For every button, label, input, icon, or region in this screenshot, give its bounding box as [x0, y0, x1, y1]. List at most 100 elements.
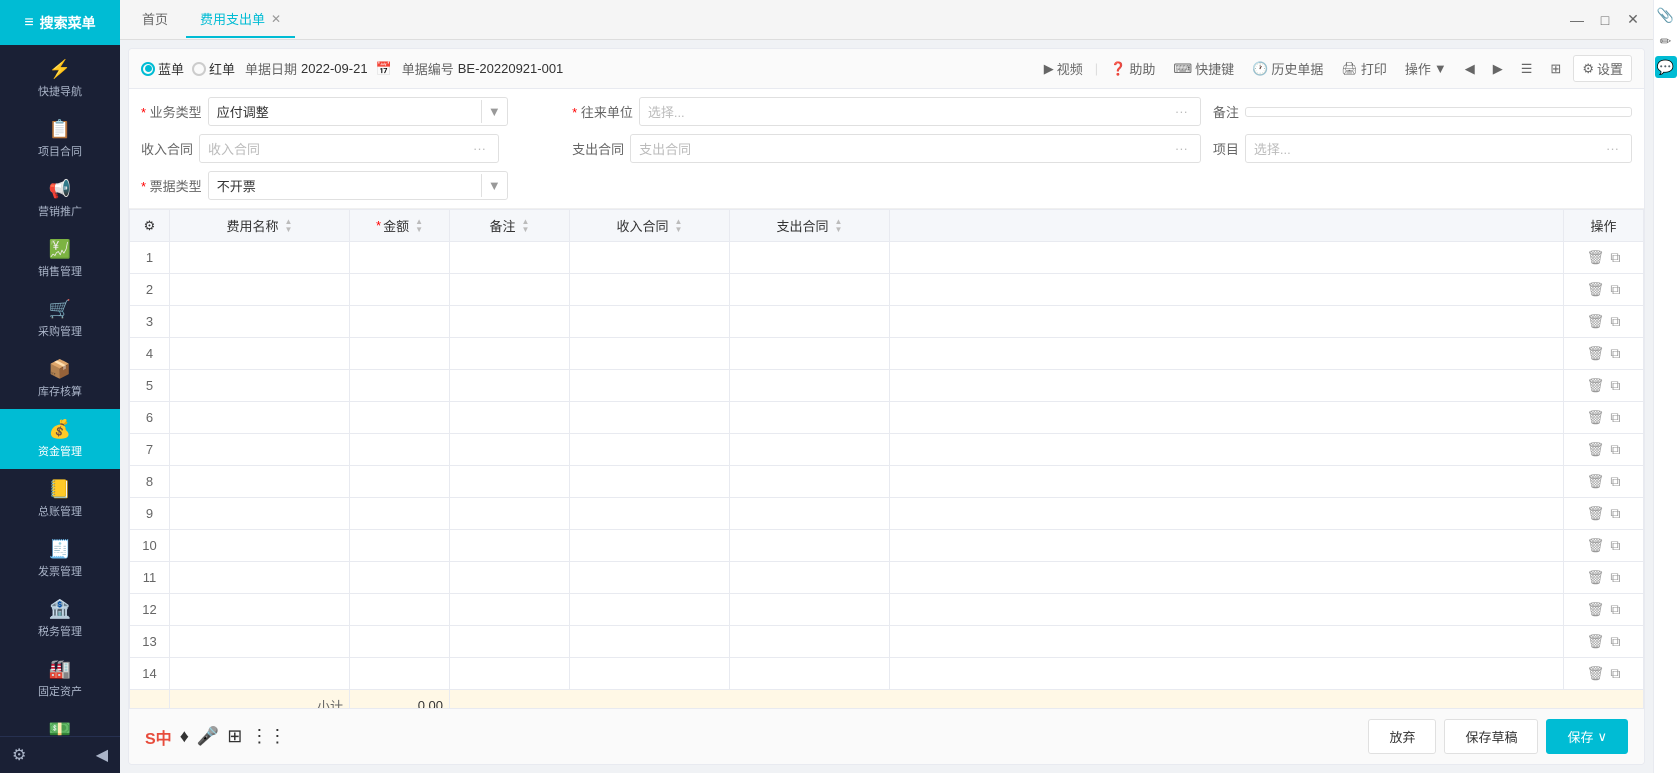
cell-note-14[interactable]: [450, 658, 570, 690]
cell-amount-5[interactable]: [350, 370, 450, 402]
chat-icon[interactable]: 💬: [1655, 56, 1677, 78]
copy-icon-14[interactable]: ⧉: [1610, 665, 1620, 682]
sidebar-item-fixed-assets[interactable]: 🏭 固定资产: [0, 649, 120, 709]
sidebar-item-ledger[interactable]: 📒 总账管理: [0, 469, 120, 529]
cell-amount-4[interactable]: [350, 338, 450, 370]
maximize-button[interactable]: □: [1593, 8, 1617, 32]
tab-expense[interactable]: 费用支出单 ✕: [186, 1, 295, 38]
delete-icon-5[interactable]: 🗑: [1587, 377, 1605, 394]
cell-note-11[interactable]: [450, 562, 570, 594]
cell-extra-11[interactable]: [890, 562, 1564, 594]
cell-extra-12[interactable]: [890, 594, 1564, 626]
cell-extra-14[interactable]: [890, 658, 1564, 690]
cell-income-2[interactable]: [570, 274, 730, 306]
delete-icon-4[interactable]: 🗑: [1587, 345, 1605, 362]
history-btn[interactable]: 🕐 历史单据: [1246, 56, 1329, 81]
video-btn[interactable]: ▶ 视频: [1038, 56, 1089, 81]
shortcuts-btn[interactable]: ⌨ 快捷键: [1167, 56, 1240, 81]
copy-icon-9[interactable]: ⧉: [1610, 505, 1620, 522]
apps-icon[interactable]: ⋮⋮: [250, 726, 286, 747]
edit-icon[interactable]: ✏: [1655, 30, 1677, 52]
cell-extra-4[interactable]: [890, 338, 1564, 370]
cell-note-5[interactable]: [450, 370, 570, 402]
cell-expense-12[interactable]: [730, 594, 890, 626]
cell-amount-1[interactable]: [350, 242, 450, 274]
cell-income-9[interactable]: [570, 498, 730, 530]
cell-income-1[interactable]: [570, 242, 730, 274]
cell-name-13[interactable]: [170, 626, 350, 658]
cell-amount-13[interactable]: [350, 626, 450, 658]
cell-expense-3[interactable]: [730, 306, 890, 338]
cell-amount-11[interactable]: [350, 562, 450, 594]
cell-extra-5[interactable]: [890, 370, 1564, 402]
delete-icon-9[interactable]: 🗑: [1587, 505, 1605, 522]
cell-expense-13[interactable]: [730, 626, 890, 658]
cell-income-8[interactable]: [570, 466, 730, 498]
sidebar-item-inventory[interactable]: 📦 库存核算: [0, 349, 120, 409]
operations-btn[interactable]: 操作 ▼: [1399, 56, 1453, 81]
th-expense-contract[interactable]: 支出合同 ▲▼: [730, 210, 890, 242]
sidebar-item-sales[interactable]: 💹 销售管理: [0, 229, 120, 289]
calendar-icon[interactable]: 📅: [376, 61, 392, 77]
cell-name-5[interactable]: [170, 370, 350, 402]
cell-name-3[interactable]: [170, 306, 350, 338]
list-view-btn[interactable]: ☰: [1515, 58, 1539, 80]
cell-income-10[interactable]: [570, 530, 730, 562]
cell-amount-14[interactable]: [350, 658, 450, 690]
tab-home[interactable]: 首页: [128, 1, 182, 38]
copy-icon-5[interactable]: ⧉: [1610, 377, 1620, 394]
cell-amount-3[interactable]: [350, 306, 450, 338]
cell-name-12[interactable]: [170, 594, 350, 626]
cell-income-5[interactable]: [570, 370, 730, 402]
sidebar-item-quick-nav[interactable]: ⚡ 快捷导航: [0, 49, 120, 109]
cell-expense-6[interactable]: [730, 402, 890, 434]
cell-extra-1[interactable]: [890, 242, 1564, 274]
cell-amount-12[interactable]: [350, 594, 450, 626]
copy-icon-10[interactable]: ⧉: [1610, 537, 1620, 554]
cell-expense-7[interactable]: [730, 434, 890, 466]
setting-button[interactable]: ⚙ 设置: [1573, 55, 1632, 82]
cell-expense-9[interactable]: [730, 498, 890, 530]
th-settings[interactable]: ⚙: [130, 210, 170, 242]
delete-icon-1[interactable]: 🗑: [1587, 249, 1605, 266]
cell-note-1[interactable]: [450, 242, 570, 274]
sidebar-item-purchase[interactable]: 🛒 采购管理: [0, 289, 120, 349]
radio-blue[interactable]: 蓝单: [141, 59, 184, 78]
cell-note-4[interactable]: [450, 338, 570, 370]
minimize-button[interactable]: —: [1565, 8, 1589, 32]
cell-income-7[interactable]: [570, 434, 730, 466]
radio-red[interactable]: 红单: [192, 59, 235, 78]
invoice-type-select[interactable]: 不开票 ▼: [208, 171, 508, 200]
cell-extra-7[interactable]: [890, 434, 1564, 466]
cell-note-12[interactable]: [450, 594, 570, 626]
delete-icon-12[interactable]: 🗑: [1587, 601, 1605, 618]
sidebar-item-invoice[interactable]: 🧾 发票管理: [0, 529, 120, 589]
delete-icon-3[interactable]: 🗑: [1587, 313, 1605, 330]
sidebar-header[interactable]: ≡ 搜索菜单: [0, 0, 120, 45]
copy-icon-4[interactable]: ⧉: [1610, 345, 1620, 362]
next-btn[interactable]: ▶: [1487, 58, 1509, 80]
close-button[interactable]: ✕: [1621, 8, 1645, 32]
cell-expense-14[interactable]: [730, 658, 890, 690]
tab-close-icon[interactable]: ✕: [271, 12, 281, 26]
date-value[interactable]: 2022-09-21: [301, 61, 368, 76]
settings-icon[interactable]: ⚙: [12, 745, 26, 765]
cell-income-6[interactable]: [570, 402, 730, 434]
copy-icon-12[interactable]: ⧉: [1610, 601, 1620, 618]
cell-expense-5[interactable]: [730, 370, 890, 402]
save-button[interactable]: 保存 ∨: [1546, 719, 1628, 754]
diamond-icon[interactable]: ♦: [180, 726, 189, 747]
copy-icon-8[interactable]: ⧉: [1610, 473, 1620, 490]
copy-icon-2[interactable]: ⧉: [1610, 281, 1620, 298]
cell-extra-13[interactable]: [890, 626, 1564, 658]
cell-note-2[interactable]: [450, 274, 570, 306]
delete-icon-2[interactable]: 🗑: [1587, 281, 1605, 298]
cell-note-8[interactable]: [450, 466, 570, 498]
cell-expense-8[interactable]: [730, 466, 890, 498]
cell-note-3[interactable]: [450, 306, 570, 338]
cell-expense-11[interactable]: [730, 562, 890, 594]
cell-amount-7[interactable]: [350, 434, 450, 466]
cell-name-4[interactable]: [170, 338, 350, 370]
cell-name-7[interactable]: [170, 434, 350, 466]
cell-extra-10[interactable]: [890, 530, 1564, 562]
